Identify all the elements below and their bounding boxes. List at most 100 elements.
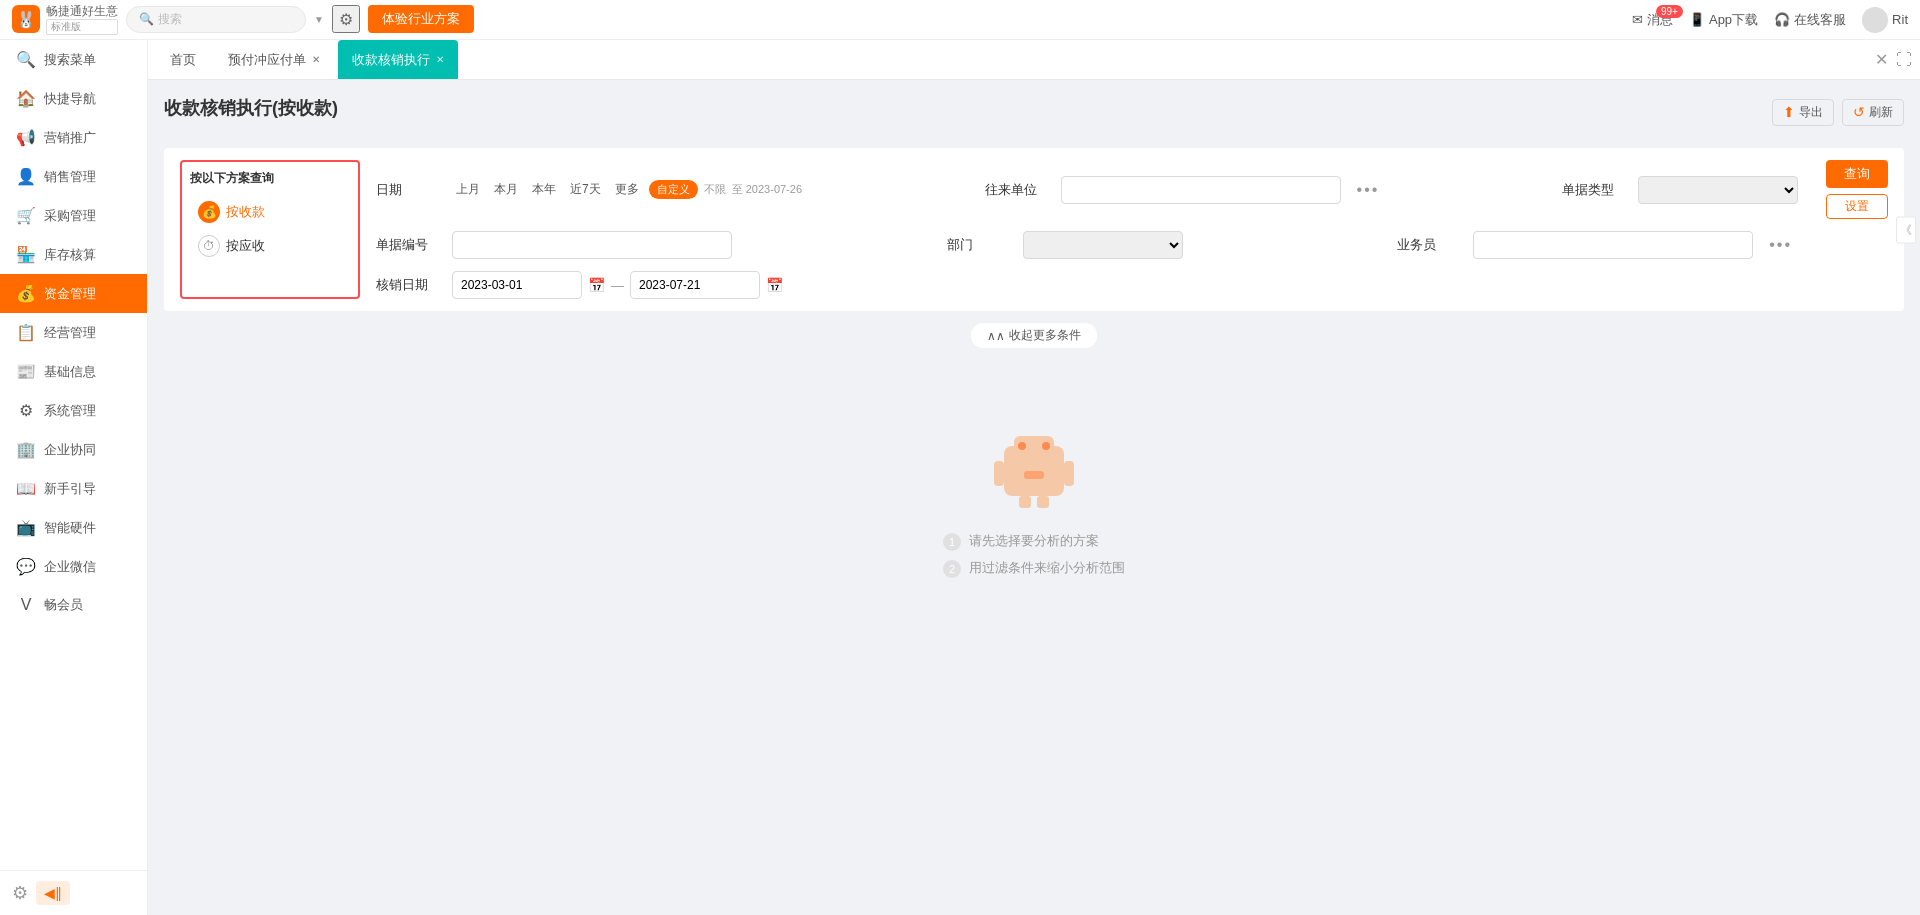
writeoff-start-cal-icon[interactable]: 📅 bbox=[588, 277, 605, 293]
finance-icon: 💰 bbox=[16, 284, 36, 303]
step-1-text: 请先选择要分析的方案 bbox=[969, 532, 1099, 550]
svg-rect-5 bbox=[994, 461, 1004, 486]
user-area[interactable]: Rit bbox=[1862, 7, 1908, 33]
receipt-icon: 💰 bbox=[198, 201, 220, 223]
date-btn-thismonth[interactable]: 本月 bbox=[490, 179, 522, 200]
tab-home[interactable]: 首页 bbox=[156, 40, 210, 79]
sidebar-item-guide[interactable]: 📖新手引导 bbox=[0, 469, 147, 508]
refresh-button[interactable]: ↺ 刷新 bbox=[1842, 99, 1904, 126]
sidebar-item-search[interactable]: 🔍搜索菜单 bbox=[0, 40, 147, 79]
tab-home-label: 首页 bbox=[170, 51, 196, 69]
tab-close-all-button[interactable]: ✕ bbox=[1875, 50, 1888, 69]
svg-point-3 bbox=[1042, 442, 1050, 450]
sidebar-item-label-inventory: 库存核算 bbox=[44, 246, 96, 264]
sidebar-collapse-button[interactable]: ◀‖ bbox=[36, 881, 70, 905]
search-bar: 🔍 搜索 bbox=[126, 6, 306, 33]
filter-row-3: 核销日期 📅 — 📅 bbox=[376, 271, 1888, 299]
collapse-more-button[interactable]: ∧∧ 收起更多条件 bbox=[971, 323, 1097, 348]
date-btn-custom[interactable]: 自定义 bbox=[649, 180, 698, 199]
date-no-limit: 不限 bbox=[704, 182, 726, 197]
writeoff-date-label: 核销日期 bbox=[376, 276, 436, 294]
writeoff-date-range: 📅 — 📅 bbox=[452, 271, 783, 299]
sidebar-item-label-hardware: 智能硬件 bbox=[44, 519, 96, 537]
collapse-more-bar: ∧∧ 收起更多条件 bbox=[164, 323, 1904, 348]
tab-receipt[interactable]: 收款核销执行 ✕ bbox=[338, 40, 458, 79]
tab-receipt-close-icon[interactable]: ✕ bbox=[436, 54, 444, 65]
step-2-text: 用过滤条件来缩小分析范围 bbox=[969, 559, 1125, 577]
search-icon: 🔍 bbox=[16, 50, 36, 69]
sidebar-item-business[interactable]: 📋 经营管理 bbox=[0, 313, 147, 352]
content-area: 首页 预付冲应付单 ✕ 收款核销执行 ✕ ✕ ⛶ 收款核销执行(按收款) bbox=[148, 40, 1920, 915]
svg-rect-6 bbox=[1064, 461, 1074, 486]
tab-actions: ✕ ⛶ bbox=[1875, 50, 1912, 69]
sidebar-item-finance[interactable]: 💰资金管理 bbox=[0, 274, 147, 313]
sidebar-item-sales[interactable]: 👤销售管理 bbox=[0, 157, 147, 196]
sidebar-item-inventory[interactable]: 🏪 库存核算 bbox=[0, 235, 147, 274]
query-button[interactable]: 查询 bbox=[1826, 160, 1888, 188]
sidebar-item-marketing[interactable]: 📢营销推广 bbox=[0, 118, 147, 157]
voucher-type-select[interactable] bbox=[1638, 176, 1798, 204]
sidebar-item-collab[interactable]: 🏢企业协同 bbox=[0, 430, 147, 469]
sidebar-item-label-basicinfo: 基础信息 bbox=[44, 363, 96, 381]
voucher-no-input[interactable] bbox=[452, 231, 732, 259]
tab-prepay-close-icon[interactable]: ✕ bbox=[312, 54, 320, 65]
salesperson-label: 业务员 bbox=[1397, 236, 1457, 254]
filter-panel-title: 按以下方案查询 bbox=[190, 170, 350, 187]
salesperson-input[interactable] bbox=[1473, 231, 1753, 259]
sidebar-item-label-business: 经营管理 bbox=[44, 324, 96, 342]
sidebar-item-label-system: 系统管理 bbox=[44, 402, 96, 420]
date-btn-lastmonth[interactable]: 上月 bbox=[452, 179, 484, 200]
writeoff-end-input[interactable] bbox=[630, 271, 760, 299]
date-btn-thisyear[interactable]: 本年 bbox=[528, 179, 560, 200]
filter-option-by-receipt[interactable]: 💰 按收款 bbox=[190, 195, 350, 229]
filter-option-receivable-label: 按应收 bbox=[226, 237, 265, 255]
settings-button[interactable]: 设置 bbox=[1826, 194, 1888, 219]
sidebar-item-label-member: 畅会员 bbox=[44, 596, 83, 614]
dept-select[interactable] bbox=[1023, 231, 1183, 259]
sidebar-item-basicinfo[interactable]: 📰 基础信息 bbox=[0, 352, 147, 391]
settings-icon[interactable]: ⚙ bbox=[12, 882, 28, 904]
chevron-down-icon[interactable]: ▼ bbox=[314, 14, 324, 25]
empty-illustration bbox=[984, 416, 1084, 516]
salesperson-dots-icon[interactable]: ••• bbox=[1769, 236, 1792, 254]
sidebar-item-hardware[interactable]: 📺智能硬件 bbox=[0, 508, 147, 547]
filter-row-1: 日期 上月 本月 本年 近7天 更多 自定义 不限 至 2023-07-26 bbox=[376, 160, 1888, 219]
page-content: 收款核销执行(按收款) ⬆ 导出 ↺ 刷新 按以下方案查询 bbox=[148, 80, 1920, 915]
basicinfo-icon: 📰 bbox=[16, 362, 36, 381]
counterparty-input[interactable] bbox=[1061, 176, 1341, 204]
tab-bar: 首页 预付冲应付单 ✕ 收款核销执行 ✕ ✕ ⛶ bbox=[148, 40, 1920, 80]
sidebar-item-system[interactable]: ⚙系统管理 bbox=[0, 391, 147, 430]
writeoff-start-input[interactable] bbox=[452, 271, 582, 299]
filter-right-panel: 日期 上月 本月 本年 近7天 更多 自定义 不限 至 2023-07-26 bbox=[376, 160, 1888, 299]
customer-service-btn[interactable]: 🎧 在线客服 bbox=[1774, 11, 1846, 29]
sidebar-item-purchase[interactable]: 🛒采购管理 bbox=[0, 196, 147, 235]
inventory-icon: 🏪 bbox=[16, 245, 36, 264]
collab-icon: 🏢 bbox=[16, 440, 36, 459]
sidebar-item-quicknav[interactable]: 🏠快捷导航 bbox=[0, 79, 147, 118]
app-icon: 📱 bbox=[1689, 12, 1705, 27]
app-download-btn[interactable]: 📱 App下载 bbox=[1689, 11, 1758, 29]
tab-expand-button[interactable]: ⛶ bbox=[1896, 51, 1912, 69]
writeoff-end-cal-icon[interactable]: 📅 bbox=[766, 277, 783, 293]
username: Rit bbox=[1892, 12, 1908, 27]
sidebar-item-member[interactable]: V畅会员 bbox=[0, 586, 147, 624]
sidebar-item-wechat[interactable]: 💬企业微信 bbox=[0, 547, 147, 586]
export-button[interactable]: ⬆ 导出 bbox=[1772, 99, 1834, 126]
counterparty-dots-icon[interactable]: ••• bbox=[1357, 181, 1380, 199]
promo-button[interactable]: 体验行业方案 bbox=[368, 5, 474, 33]
filter-option-by-receivable[interactable]: ⏱ 按应收 bbox=[190, 229, 350, 263]
tab-prepay[interactable]: 预付冲应付单 ✕ bbox=[214, 40, 334, 79]
service-label: 在线客服 bbox=[1794, 11, 1846, 29]
message-btn[interactable]: ✉ 消息 99+ bbox=[1632, 11, 1673, 29]
date-btn-7days[interactable]: 近7天 bbox=[566, 179, 605, 200]
wechat-icon: 💬 bbox=[16, 557, 36, 576]
gear-button[interactable]: ⚙ bbox=[332, 5, 360, 33]
marketing-icon: 📢 bbox=[16, 128, 36, 147]
business-icon: 📋 bbox=[16, 323, 36, 342]
dept-label: 部门 bbox=[947, 236, 1007, 254]
date-btn-more[interactable]: 更多 bbox=[611, 179, 643, 200]
collapse-label: 收起更多条件 bbox=[1009, 327, 1081, 344]
empty-step-1: 1 请先选择要分析的方案 bbox=[943, 532, 1125, 551]
export-label: 导出 bbox=[1799, 104, 1823, 121]
filter-collapse-icon[interactable]: 《 bbox=[1896, 216, 1916, 243]
